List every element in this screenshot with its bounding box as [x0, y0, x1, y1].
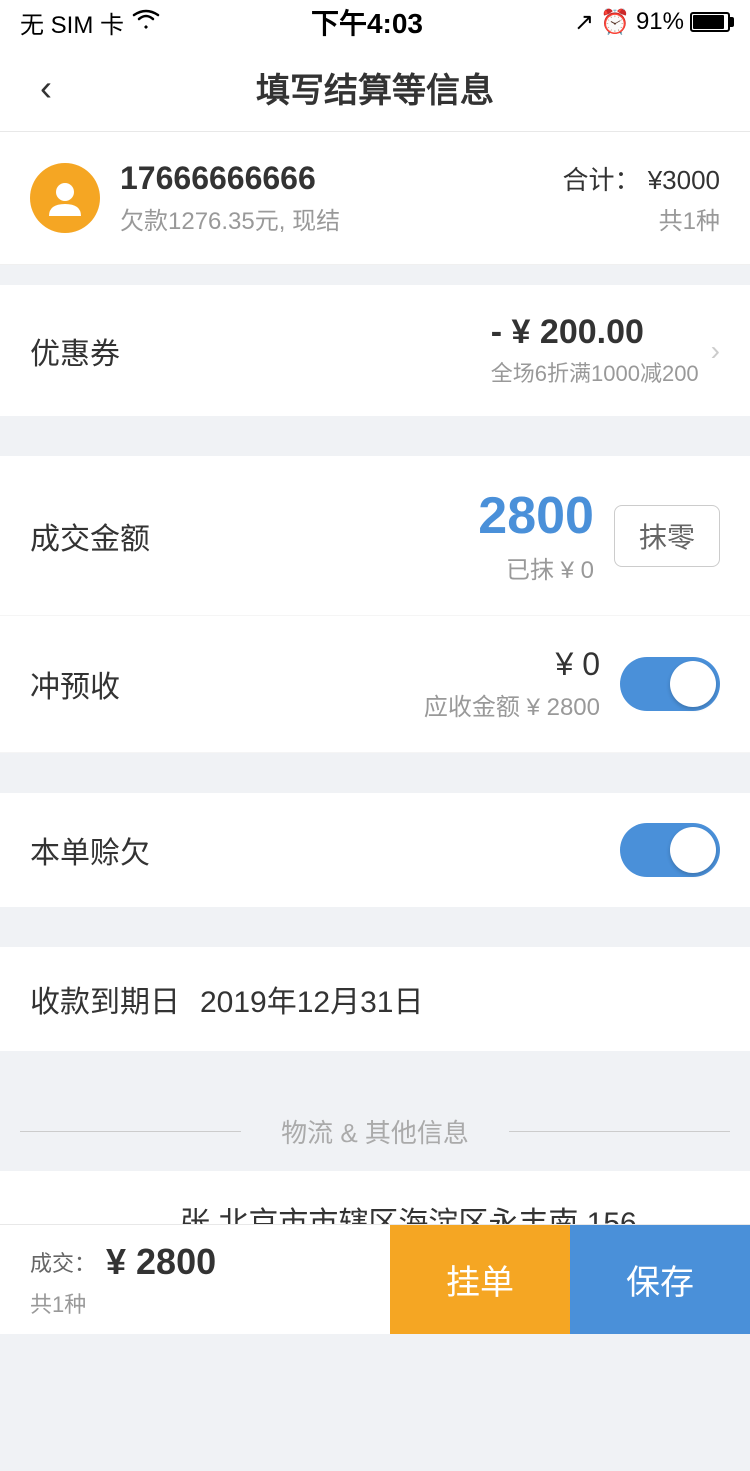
divider-2: [0, 773, 750, 793]
status-right: ↗ ⏰ 91%: [574, 8, 730, 37]
customer-phone: 17666666666: [120, 160, 340, 197]
pending-button[interactable]: 挂单: [390, 1225, 570, 1334]
status-left: 无 SIM 卡: [20, 5, 160, 40]
page-title: 填写结算等信息: [256, 63, 494, 112]
charge-sub: 应收金额 ¥ 2800: [424, 687, 600, 722]
due-date: 2019年12月31日: [200, 977, 423, 1021]
due-row: 收款到期日 2019年12月31日: [0, 947, 750, 1051]
divider-1: [0, 436, 750, 456]
customer-row: 17666666666 欠款1276.35元, 现结 合计： ¥3000 共1种: [0, 132, 750, 265]
charge-toggle[interactable]: [620, 657, 720, 711]
section-divider-text: 物流 & 其他信息: [281, 1113, 469, 1150]
total-amount: ¥3000: [648, 165, 720, 195]
deal-row: 成交金额 2800 已抹 ¥ 0 抹零: [0, 456, 750, 616]
deal-section: 成交金额 2800 已抹 ¥ 0 抹零 冲预收 ¥ 0 应收金额 ¥ 2800: [0, 456, 750, 753]
charge-amount-block: ¥ 0 应收金额 ¥ 2800: [424, 646, 600, 722]
section-divider: 物流 & 其他信息: [0, 1091, 750, 1171]
sim-status: 无 SIM 卡: [20, 5, 124, 40]
customer-info: 17666666666 欠款1276.35元, 现结: [30, 160, 340, 236]
toggle-knob: [670, 661, 716, 707]
battery-icon: [690, 12, 730, 32]
charge-right: ¥ 0 应收金额 ¥ 2800: [424, 646, 720, 722]
bottom-summary: 成交： ¥ 2800 共1种: [0, 1225, 390, 1334]
charge-label: 冲预收: [30, 662, 120, 706]
customer-total: 合计： ¥3000 共1种: [562, 160, 720, 236]
charge-row: 冲预收 ¥ 0 应收金额 ¥ 2800: [0, 616, 750, 753]
round-off-button[interactable]: 抹零: [614, 505, 720, 567]
debt-toggle[interactable]: [620, 823, 720, 877]
deal-amount: 2800: [478, 486, 594, 546]
status-time: 下午4:03: [311, 2, 423, 42]
divider-3: [0, 927, 750, 947]
wifi-icon: [132, 8, 160, 36]
total-count: 共1种: [562, 201, 720, 236]
alarm-icon: ⏰: [600, 8, 630, 37]
coupon-amount: - ¥ 200.00: [491, 313, 699, 352]
divider-line-left: [20, 1131, 241, 1132]
debt-label: 本单赊欠: [30, 828, 150, 872]
page-bottom-pad: [0, 1341, 750, 1471]
avatar: [30, 163, 100, 233]
deal-right: 2800 已抹 ¥ 0 抹零: [478, 486, 720, 585]
divider-4: [0, 1071, 750, 1091]
customer-sub: 欠款1276.35元, 现结: [120, 201, 340, 236]
debt-toggle-knob: [670, 827, 716, 873]
bottom-summary-label: 成交：: [30, 1246, 96, 1278]
status-bar: 无 SIM 卡 下午4:03 ↗ ⏰ 91%: [0, 0, 750, 44]
coupon-desc: 全场6折满1000减200: [491, 356, 699, 388]
nav-bar: ‹ 填写结算等信息: [0, 44, 750, 132]
save-button[interactable]: 保存: [570, 1225, 750, 1334]
battery-percent: 91%: [636, 8, 684, 36]
bottom-amount: ¥ 2800: [106, 1241, 216, 1283]
coupon-label: 优惠券: [30, 329, 120, 373]
coupon-row[interactable]: 优惠券 - ¥ 200.00 全场6折满1000减200 ›: [0, 285, 750, 416]
bottom-bar: 成交： ¥ 2800 共1种 挂单 保存: [0, 1224, 750, 1334]
bottom-summary-main: 成交： ¥ 2800: [30, 1241, 360, 1283]
charge-val: ¥ 0: [424, 646, 600, 683]
back-button[interactable]: ‹: [30, 57, 62, 119]
divider-line-right: [509, 1131, 730, 1132]
deal-sub: 已抹 ¥ 0: [478, 550, 594, 585]
bottom-count: 共1种: [30, 1287, 360, 1319]
due-label: 收款到期日: [30, 977, 180, 1021]
total-label-text: 合计：: [562, 165, 640, 195]
deal-label: 成交金额: [30, 514, 150, 558]
debt-row: 本单赊欠: [0, 793, 750, 907]
chevron-right-icon: ›: [711, 335, 720, 367]
location-icon: ↗: [574, 8, 594, 37]
